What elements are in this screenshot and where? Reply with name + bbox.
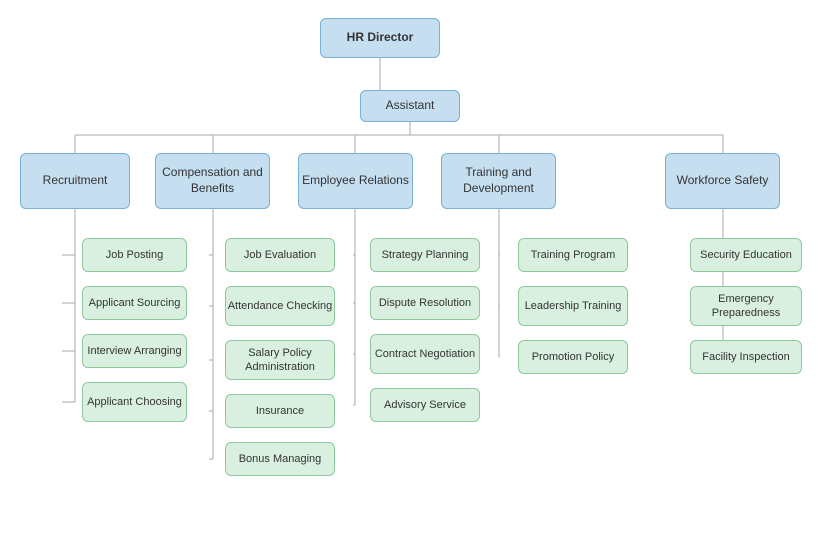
salary-policy-box: Salary Policy Administration <box>225 340 335 380</box>
dispute-resolution-box: Dispute Resolution <box>370 286 480 320</box>
assistant-box: Assistant <box>360 90 460 122</box>
applicant-choosing-box: Applicant Choosing <box>82 382 187 422</box>
interview-arranging-box: Interview Arranging <box>82 334 187 368</box>
contract-negotiation-box: Contract Negotiation <box>370 334 480 374</box>
job-posting-box: Job Posting <box>82 238 187 272</box>
recruitment-box: Recruitment <box>20 153 130 209</box>
attendance-checking-box: Attendance Checking <box>225 286 335 326</box>
strategy-planning-box: Strategy Planning <box>370 238 480 272</box>
training-dev-box: Training and Development <box>441 153 556 209</box>
promotion-policy-box: Promotion Policy <box>518 340 628 374</box>
leadership-training-box: Leadership Training <box>518 286 628 326</box>
hr-director-box: HR Director <box>320 18 440 58</box>
comp-benefits-box: Compensation and Benefits <box>155 153 270 209</box>
emergency-preparedness-box: Emergency Preparedness <box>690 286 802 326</box>
training-program-box: Training Program <box>518 238 628 272</box>
employee-relations-box: Employee Relations <box>298 153 413 209</box>
advisory-service-box: Advisory Service <box>370 388 480 422</box>
workforce-safety-box: Workforce Safety <box>665 153 780 209</box>
facility-inspection-box: Facility Inspection <box>690 340 802 374</box>
applicant-sourcing-box: Applicant Sourcing <box>82 286 187 320</box>
connector-lines <box>0 0 818 554</box>
job-evaluation-box: Job Evaluation <box>225 238 335 272</box>
bonus-managing-box: Bonus Managing <box>225 442 335 476</box>
insurance-box: Insurance <box>225 394 335 428</box>
chart-container: HR Director Assistant Recruitment Compen… <box>0 0 818 554</box>
security-education-box: Security Education <box>690 238 802 272</box>
